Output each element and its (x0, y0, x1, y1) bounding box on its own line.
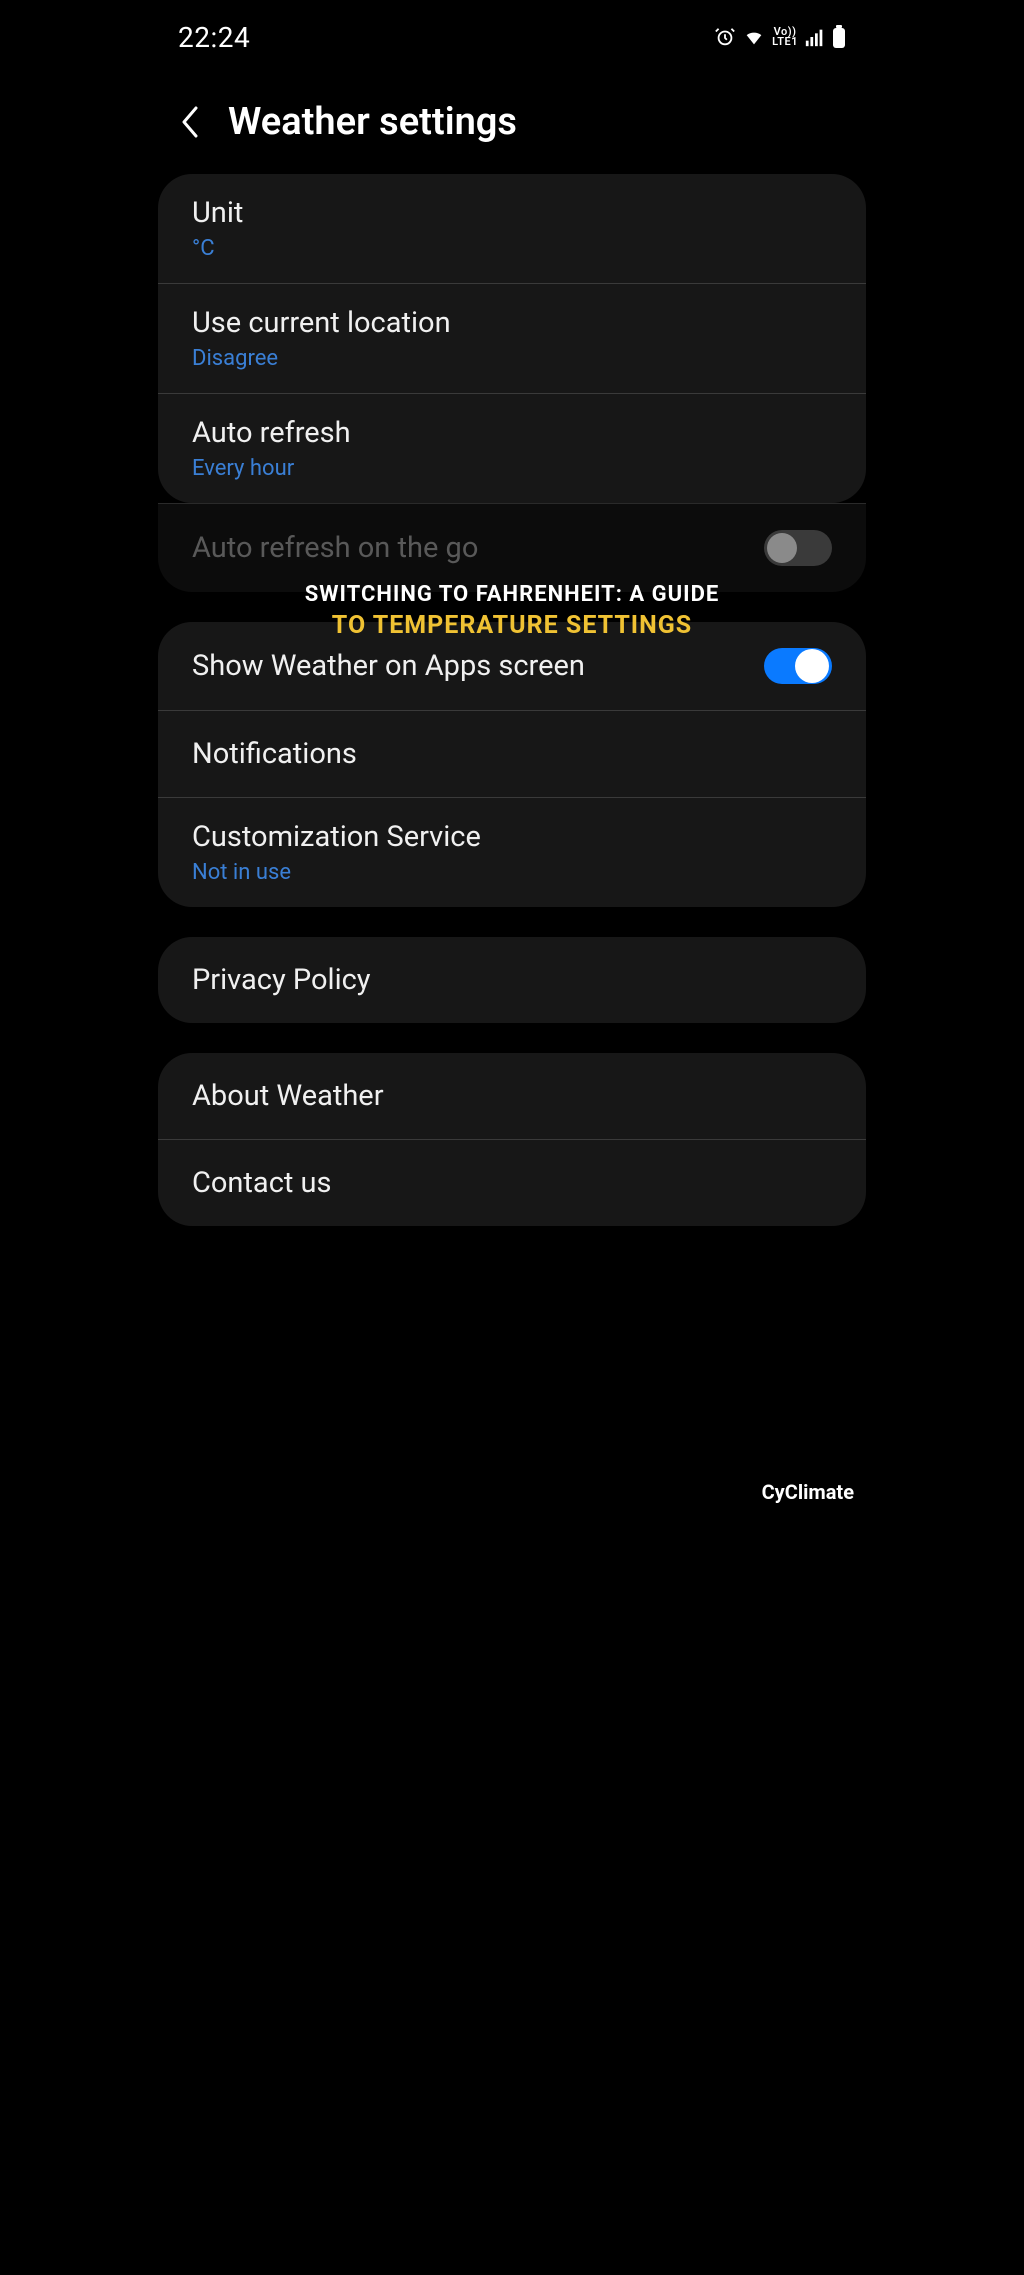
status-icons: Vo)) LTE1 (714, 25, 846, 49)
back-button[interactable] (172, 104, 208, 140)
battery-icon (832, 25, 846, 49)
location-label: Use current location (192, 306, 832, 340)
status-time: 22:24 (178, 21, 250, 54)
status-bar: 22:24 Vo)) LTE1 (152, 0, 872, 60)
contact-us-row[interactable]: Contact us (158, 1139, 866, 1226)
toggle-knob (767, 533, 797, 563)
notifications-label: Notifications (192, 737, 832, 771)
signal-icon (804, 26, 826, 48)
network-lte-icon: Vo)) LTE1 (772, 27, 798, 47)
auto-refresh-ongo-toggle[interactable] (764, 530, 832, 566)
unit-label: Unit (192, 196, 832, 230)
watermark: CyClimate (762, 1480, 854, 1504)
wifi-icon (742, 26, 766, 48)
auto-refresh-row[interactable]: Auto refresh Every hour (158, 393, 866, 503)
auto-refresh-ongo-group: Auto refresh on the go (158, 503, 866, 592)
auto-refresh-ongo-row[interactable]: Auto refresh on the go (158, 503, 866, 592)
notifications-row[interactable]: Notifications (158, 710, 866, 797)
customization-label: Customization Service (192, 820, 832, 854)
page-header: Weather settings (152, 70, 872, 174)
auto-refresh-value: Every hour (192, 456, 832, 481)
settings-group-display: Show Weather on Apps screen Notification… (158, 622, 866, 907)
unit-value: °C (192, 236, 832, 261)
location-row[interactable]: Use current location Disagree (158, 283, 866, 393)
customization-value: Not in use (192, 860, 832, 885)
toggle-knob (795, 649, 829, 683)
alarm-icon (714, 26, 736, 48)
about-weather-row[interactable]: About Weather (158, 1053, 866, 1139)
unit-row[interactable]: Unit °C (158, 174, 866, 283)
page-title: Weather settings (228, 100, 517, 144)
about-weather-label: About Weather (192, 1079, 832, 1113)
customization-row[interactable]: Customization Service Not in use (158, 797, 866, 907)
auto-refresh-label: Auto refresh (192, 416, 832, 450)
chevron-left-icon (179, 104, 201, 140)
privacy-policy-label: Privacy Policy (192, 963, 832, 997)
show-weather-label: Show Weather on Apps screen (192, 649, 585, 683)
auto-refresh-ongo-label: Auto refresh on the go (192, 531, 478, 565)
location-value: Disagree (192, 346, 832, 371)
show-weather-toggle[interactable] (764, 648, 832, 684)
settings-group-general: Unit °C Use current location Disagree Au… (158, 174, 866, 503)
privacy-policy-row[interactable]: Privacy Policy (158, 937, 866, 1023)
settings-group-privacy: Privacy Policy (158, 937, 866, 1023)
contact-us-label: Contact us (192, 1166, 832, 1200)
show-weather-row[interactable]: Show Weather on Apps screen (158, 622, 866, 710)
settings-group-about: About Weather Contact us (158, 1053, 866, 1226)
